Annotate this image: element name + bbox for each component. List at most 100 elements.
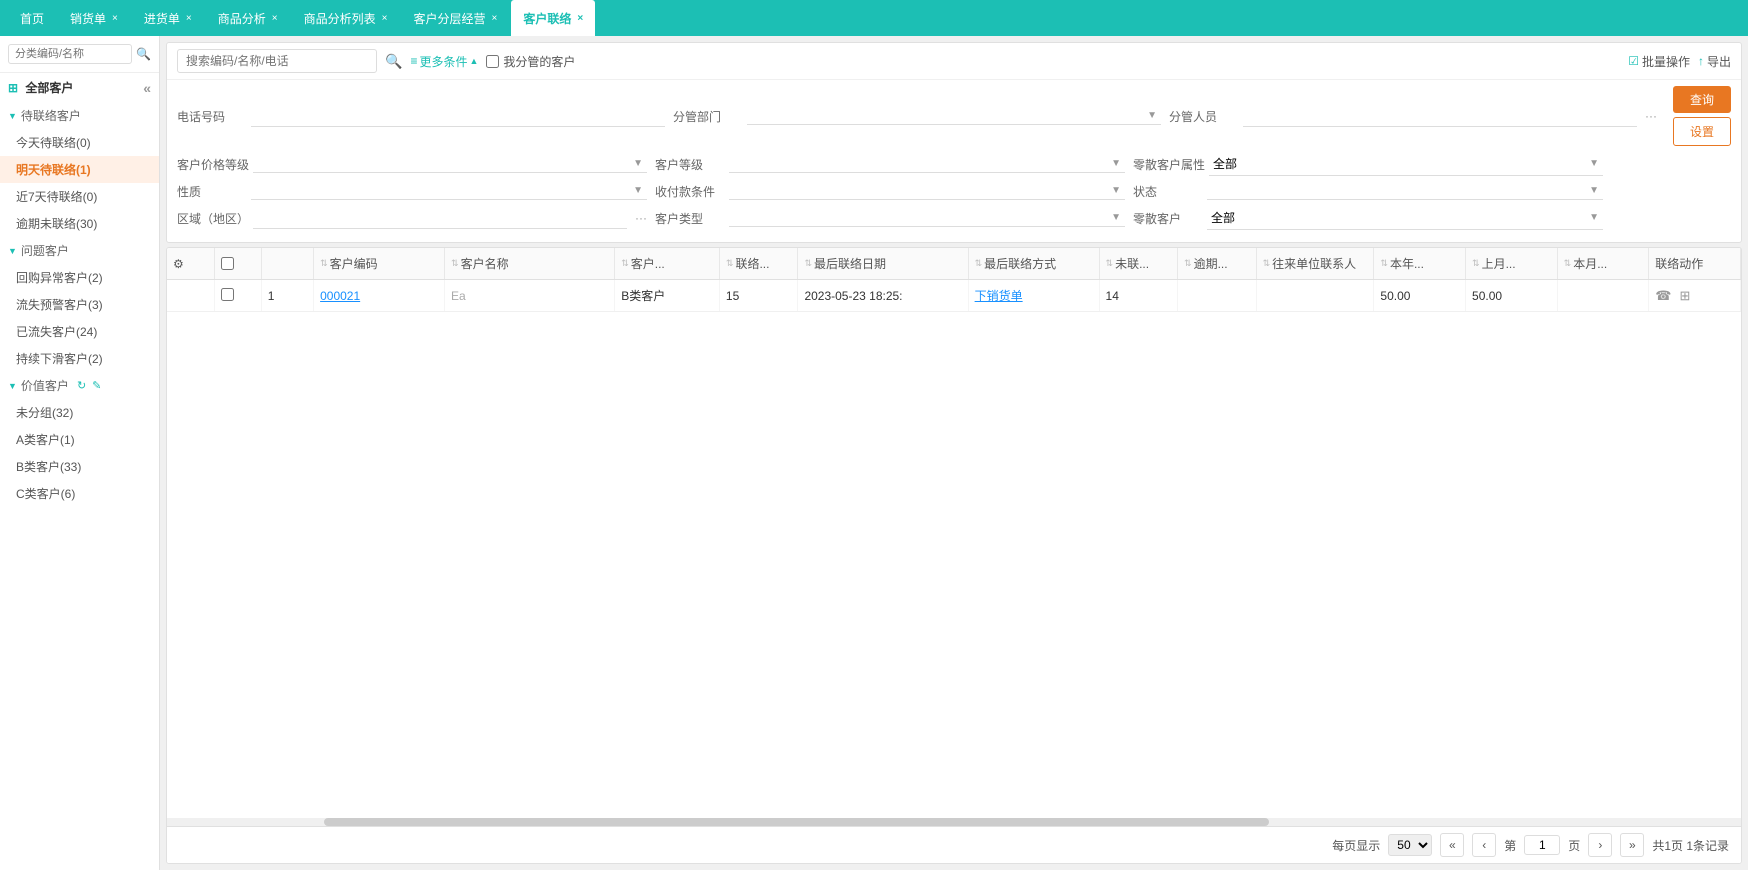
chevron-down-icon-2: ▼ xyxy=(633,158,643,169)
dept-select[interactable]: ▼ xyxy=(747,107,1161,125)
sidebar-item-c-class[interactable]: C类客户(6) xyxy=(0,480,159,507)
retail-select[interactable]: 全部 ▼ xyxy=(1207,206,1603,230)
retail-value: 全部 xyxy=(1211,209,1235,226)
per-page-select[interactable]: 50 xyxy=(1388,834,1432,856)
prev-page-btn[interactable]: ‹ xyxy=(1472,833,1496,857)
nav-product-analysis-label: 商品分析 xyxy=(218,10,266,27)
settings-btn[interactable]: 设置 xyxy=(1673,117,1731,146)
sidebar-item-7days[interactable]: 近7天待联络(0) xyxy=(0,183,159,210)
nav-customer-tier[interactable]: 客户分层经营 × xyxy=(401,0,509,36)
sidebar-item-abnormal[interactable]: 回购异常客户(2) xyxy=(0,264,159,291)
manager-dots[interactable]: ··· xyxy=(1645,109,1657,123)
cust-value-level-select[interactable]: ▼ xyxy=(253,155,647,173)
nav-purchase-label: 进货单 xyxy=(144,10,180,27)
filter-area: 区域（地区） ··· xyxy=(177,208,647,229)
sidebar-section-pending[interactable]: ▼ 待联络客户 xyxy=(0,102,159,129)
filter-cust-level: 客户等级 ▼ xyxy=(655,155,1125,173)
filter-row-3: 性质 ▼ 收付款条件 ▼ 状态 ▼ xyxy=(177,182,1731,200)
edit-icon[interactable]: ✎ xyxy=(92,379,101,392)
retail-attr-select[interactable]: 全部 ▼ xyxy=(1209,152,1603,176)
status-select[interactable]: ▼ xyxy=(1207,182,1603,200)
sidebar-collapse-btn[interactable]: « xyxy=(143,80,151,96)
nav-product-analysis-close[interactable]: × xyxy=(272,13,278,24)
nav-sales-close[interactable]: × xyxy=(112,13,118,24)
nav-customer-tier-label: 客户分层经营 xyxy=(413,10,485,27)
sort-icon-4: ⇅ xyxy=(726,258,734,269)
per-page-label: 每页显示 xyxy=(1332,837,1380,854)
filter-rows: 电话号码 分管部门 ▼ 分管人员 ··· xyxy=(167,80,1741,242)
my-customers-check[interactable] xyxy=(486,55,499,68)
nav-customer-tier-close[interactable]: × xyxy=(491,13,497,24)
chevron-up-icon: ▲ xyxy=(469,56,478,66)
filter-more-btn[interactable]: ≡ 更多条件 ▲ xyxy=(410,53,478,70)
nature-label: 性质 xyxy=(177,183,247,200)
area-dots[interactable]: ··· xyxy=(635,211,647,225)
last-page-btn[interactable]: » xyxy=(1620,833,1644,857)
filter-search-input[interactable] xyxy=(177,49,377,73)
horizontal-scrollbar[interactable] xyxy=(167,818,1741,826)
nav-customer-contact[interactable]: 客户联络 × xyxy=(511,0,595,36)
nav-customer-contact-close[interactable]: × xyxy=(577,13,583,24)
export-btn[interactable]: ↑ 导出 xyxy=(1698,53,1731,70)
query-btn[interactable]: 查询 xyxy=(1673,86,1731,113)
filter-search-btn[interactable]: 🔍 xyxy=(385,53,402,70)
batch-ops-btn[interactable]: ☑ 批量操作 xyxy=(1628,53,1690,70)
sidebar-item-a-class[interactable]: A类客户(1) xyxy=(0,426,159,453)
more-action-icon[interactable]: ⊞ xyxy=(1679,288,1690,304)
last-way-link[interactable]: 下销货单 xyxy=(975,289,1023,303)
th-lastmonth: ⇅ 上月... xyxy=(1466,248,1558,280)
nav-product-analysis[interactable]: 商品分析 × xyxy=(206,0,290,36)
sidebar-item-lostwarning[interactable]: 流失预警客户(3) xyxy=(0,291,159,318)
sidebar-item-today[interactable]: 今天待联络(0) xyxy=(0,129,159,156)
table-row: 1 000021 Ea B类客户 xyxy=(167,280,1741,312)
this-year-value: 50.00 xyxy=(1380,289,1410,303)
phone-action-icon[interactable]: ☎ xyxy=(1655,288,1671,304)
page-number-input[interactable] xyxy=(1524,835,1560,855)
sidebar-search-icon[interactable]: 🔍 xyxy=(136,47,151,61)
next-page-btn[interactable]: › xyxy=(1588,833,1612,857)
total-records-label: 共1页 1条记录 xyxy=(1652,837,1729,854)
sidebar-item-tomorrow[interactable]: 明天待联络(1) xyxy=(0,156,159,183)
select-all-checkbox[interactable] xyxy=(221,257,234,270)
sidebar-item-b-class[interactable]: B类客户(33) xyxy=(0,453,159,480)
filter-retail-attr: 零散客户属性 全部 ▼ xyxy=(1133,152,1603,176)
pay-terms-select[interactable]: ▼ xyxy=(729,182,1125,200)
cust-type-select[interactable]: ▼ xyxy=(729,209,1125,227)
th-name: ⇅ 客户名称 xyxy=(445,248,615,280)
nav-home-label: 首页 xyxy=(20,10,44,27)
sidebar-item-overdue[interactable]: 逾期未联络(30) xyxy=(0,210,159,237)
sidebar-all-customers[interactable]: ⊞ 全部客户 « xyxy=(0,73,159,102)
cust-level-select[interactable]: ▼ xyxy=(729,155,1125,173)
filter-row-4: 区域（地区） ··· 客户类型 ▼ 零散客户 全部 xyxy=(177,206,1731,230)
td-type: B类客户 xyxy=(615,280,720,312)
nav-purchase-close[interactable]: × xyxy=(186,13,192,24)
phone-input[interactable] xyxy=(251,106,665,127)
sidebar-item-ungrouped[interactable]: 未分组(32) xyxy=(0,399,159,426)
nav-product-list-close[interactable]: × xyxy=(382,13,388,24)
sidebar-item-declining[interactable]: 持续下滑客户(2) xyxy=(0,345,159,372)
refresh-icon[interactable]: ↻ xyxy=(77,379,86,392)
manager-input[interactable] xyxy=(1243,106,1637,127)
td-unlinked: 14 xyxy=(1099,280,1178,312)
sidebar-item-lost[interactable]: 已流失客户(24) xyxy=(0,318,159,345)
sort-icon-10: ⇅ xyxy=(1380,258,1388,269)
row-checkbox[interactable] xyxy=(221,288,234,301)
nav-home[interactable]: 首页 xyxy=(8,0,56,36)
first-page-btn[interactable]: « xyxy=(1440,833,1464,857)
nav-product-analysis-list[interactable]: 商品分析列表 × xyxy=(292,0,400,36)
nav-sales-order[interactable]: 销货单 × xyxy=(58,0,130,36)
triangle-icon-3: ▼ xyxy=(8,381,17,391)
manager-label: 分管人员 xyxy=(1169,108,1239,125)
sort-icon-2: ⇅ xyxy=(451,258,459,269)
nav-purchase-order[interactable]: 进货单 × xyxy=(132,0,204,36)
scrollbar-thumb[interactable] xyxy=(324,818,1268,826)
nature-select[interactable]: ▼ xyxy=(251,182,647,200)
triangle-icon-2: ▼ xyxy=(8,246,17,256)
customer-code-link[interactable]: 000021 xyxy=(320,289,360,303)
gear-icon[interactable]: ⚙ xyxy=(173,257,184,271)
my-customers-checkbox[interactable]: 我分管的客户 xyxy=(486,53,575,70)
sidebar-section-value[interactable]: ▼ 价值客户 ↻ ✎ xyxy=(0,372,159,399)
sidebar-search-input[interactable] xyxy=(8,44,132,64)
sidebar-section-problem[interactable]: ▼ 问题客户 xyxy=(0,237,159,264)
area-input[interactable] xyxy=(253,208,627,229)
